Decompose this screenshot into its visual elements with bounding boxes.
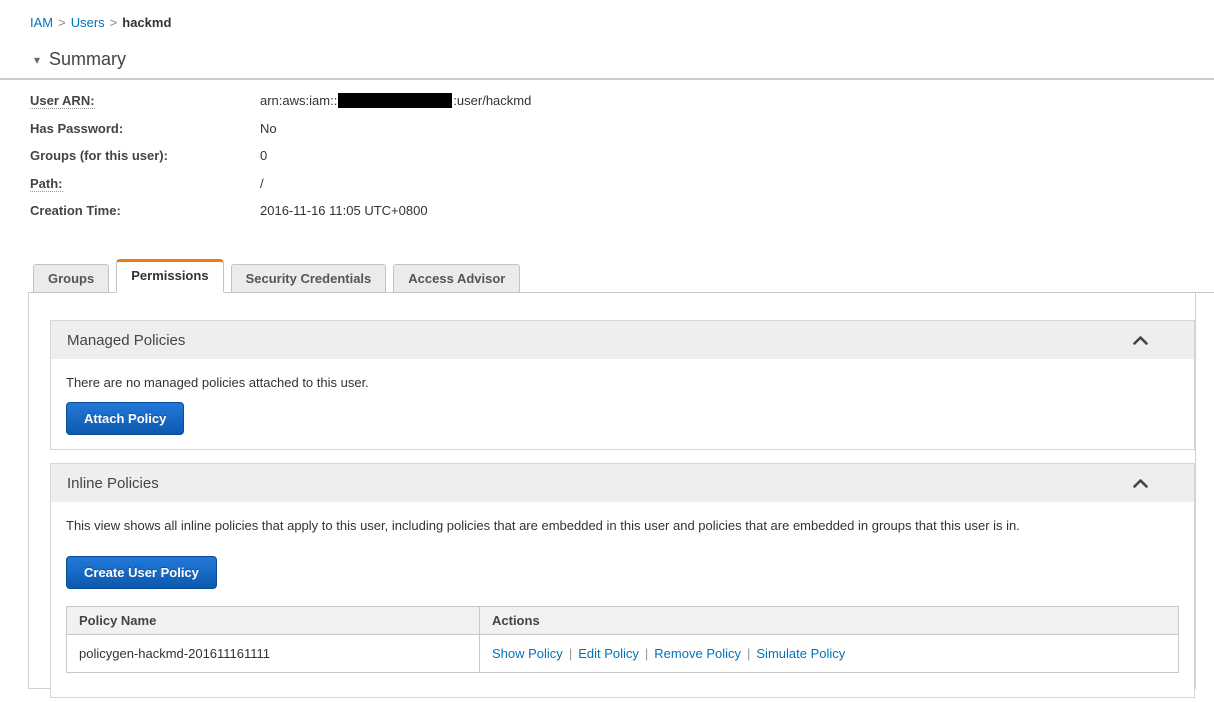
inline-policies-description: This view shows all inline policies that…	[66, 518, 1020, 533]
link-separator: |	[644, 646, 649, 661]
breadcrumb-separator: >	[109, 15, 118, 30]
iam-user-detail-page: IAM > Users > hackmd ▾ Summary User ARN: arn…	[0, 0, 1214, 702]
collapse-triangle-icon[interactable]: ▾	[34, 54, 40, 66]
tab-permissions[interactable]: Permissions	[116, 259, 224, 293]
field-label-user-arn: User ARN:	[30, 93, 95, 110]
table-header-row: Policy Name Actions	[66, 606, 1179, 635]
field-label-path: Path:	[30, 175, 63, 192]
redacted-account-id	[338, 93, 453, 109]
inline-policies-header[interactable]: Inline Policies	[51, 464, 1194, 502]
breadcrumb-link-users[interactable]: Users	[71, 15, 105, 30]
policy-name-cell: policygen-hackmd-201611161111	[66, 634, 480, 673]
show-policy-link[interactable]: Show Policy	[492, 646, 563, 661]
arn-suffix: :user/hackmd	[453, 93, 532, 109]
field-label-has-password: Has Password:	[30, 120, 124, 136]
tab-strip: Groups Permissions Security Credentials …	[33, 259, 521, 293]
remove-policy-link[interactable]: Remove Policy	[654, 646, 741, 661]
field-value-path: /	[260, 175, 264, 191]
create-user-policy-button[interactable]: Create User Policy	[66, 556, 217, 589]
breadcrumb-link-iam[interactable]: IAM	[30, 15, 53, 30]
managed-policies-body: There are no managed policies attached t…	[51, 359, 1194, 449]
inline-policies-body: This view shows all inline policies that…	[51, 502, 1194, 697]
attach-policy-button[interactable]: Attach Policy	[66, 402, 185, 435]
arn-prefix: arn:aws:iam::	[260, 93, 338, 109]
summary-divider	[0, 78, 1214, 80]
field-value-user-arn: arn:aws:iam:::user/hackmd	[260, 93, 532, 109]
summary-title: Summary	[49, 49, 127, 69]
field-row-has-password: Has Password: No	[0, 115, 1214, 143]
link-separator: |	[568, 646, 573, 661]
link-separator: |	[747, 646, 751, 661]
summary-fields: User ARN: arn:aws:iam:::user/hackmd Has …	[0, 87, 1214, 225]
column-header-policy-name: Policy Name	[66, 606, 480, 635]
managed-policies-empty-text: There are no managed policies attached t…	[66, 375, 369, 390]
inline-policies-table: Policy Name Actions policygen-hackmd-201…	[66, 606, 1179, 673]
field-row-path: Path: /	[0, 170, 1214, 198]
field-row-creation-time: Creation Time: 2016-11-16 11:05 UTC+0800	[0, 197, 1214, 225]
chevron-up-icon[interactable]	[1133, 335, 1148, 345]
field-label-creation-time: Creation Time:	[30, 203, 121, 219]
field-label-groups: Groups (for this user):	[30, 148, 168, 164]
managed-policies-header[interactable]: Managed Policies	[51, 321, 1194, 359]
simulate-policy-link[interactable]: Simulate Policy	[756, 646, 845, 661]
field-value-groups: 0	[260, 148, 268, 164]
breadcrumb: IAM > Users > hackmd	[0, 0, 1214, 30]
inline-policies-title: Inline Policies	[67, 474, 159, 492]
tab-access-advisor[interactable]: Access Advisor	[393, 264, 521, 293]
breadcrumb-separator: >	[58, 15, 66, 30]
managed-policies-section: Managed Policies There are no managed po…	[50, 320, 1195, 450]
field-value-has-password: No	[260, 120, 277, 136]
field-value-creation-time: 2016-11-16 11:05 UTC+0800	[260, 203, 428, 219]
field-row-groups: Groups (for this user): 0	[0, 142, 1214, 170]
chevron-up-icon[interactable]	[1133, 478, 1148, 488]
actions-cell: Show Policy | Edit Policy | Remove Policy | Si…	[479, 634, 1179, 673]
permissions-tab-panel: Managed Policies There are no managed po…	[28, 293, 1196, 698]
managed-policies-title: Managed Policies	[67, 331, 186, 349]
field-row-user-arn: User ARN: arn:aws:iam:::user/hackmd	[0, 87, 1214, 115]
table-row: policygen-hackmd-201611161111 Show Polic…	[66, 634, 1179, 673]
breadcrumb-current-user: hackmd	[122, 15, 172, 30]
edit-policy-link[interactable]: Edit Policy	[578, 646, 639, 661]
column-header-actions: Actions	[479, 606, 1179, 635]
tab-groups[interactable]: Groups	[33, 264, 110, 293]
summary-header: ▾ Summary	[34, 49, 1214, 70]
tab-security-credentials[interactable]: Security Credentials	[230, 264, 387, 293]
inline-policies-section: Inline Policies This view shows all inli…	[50, 463, 1195, 698]
